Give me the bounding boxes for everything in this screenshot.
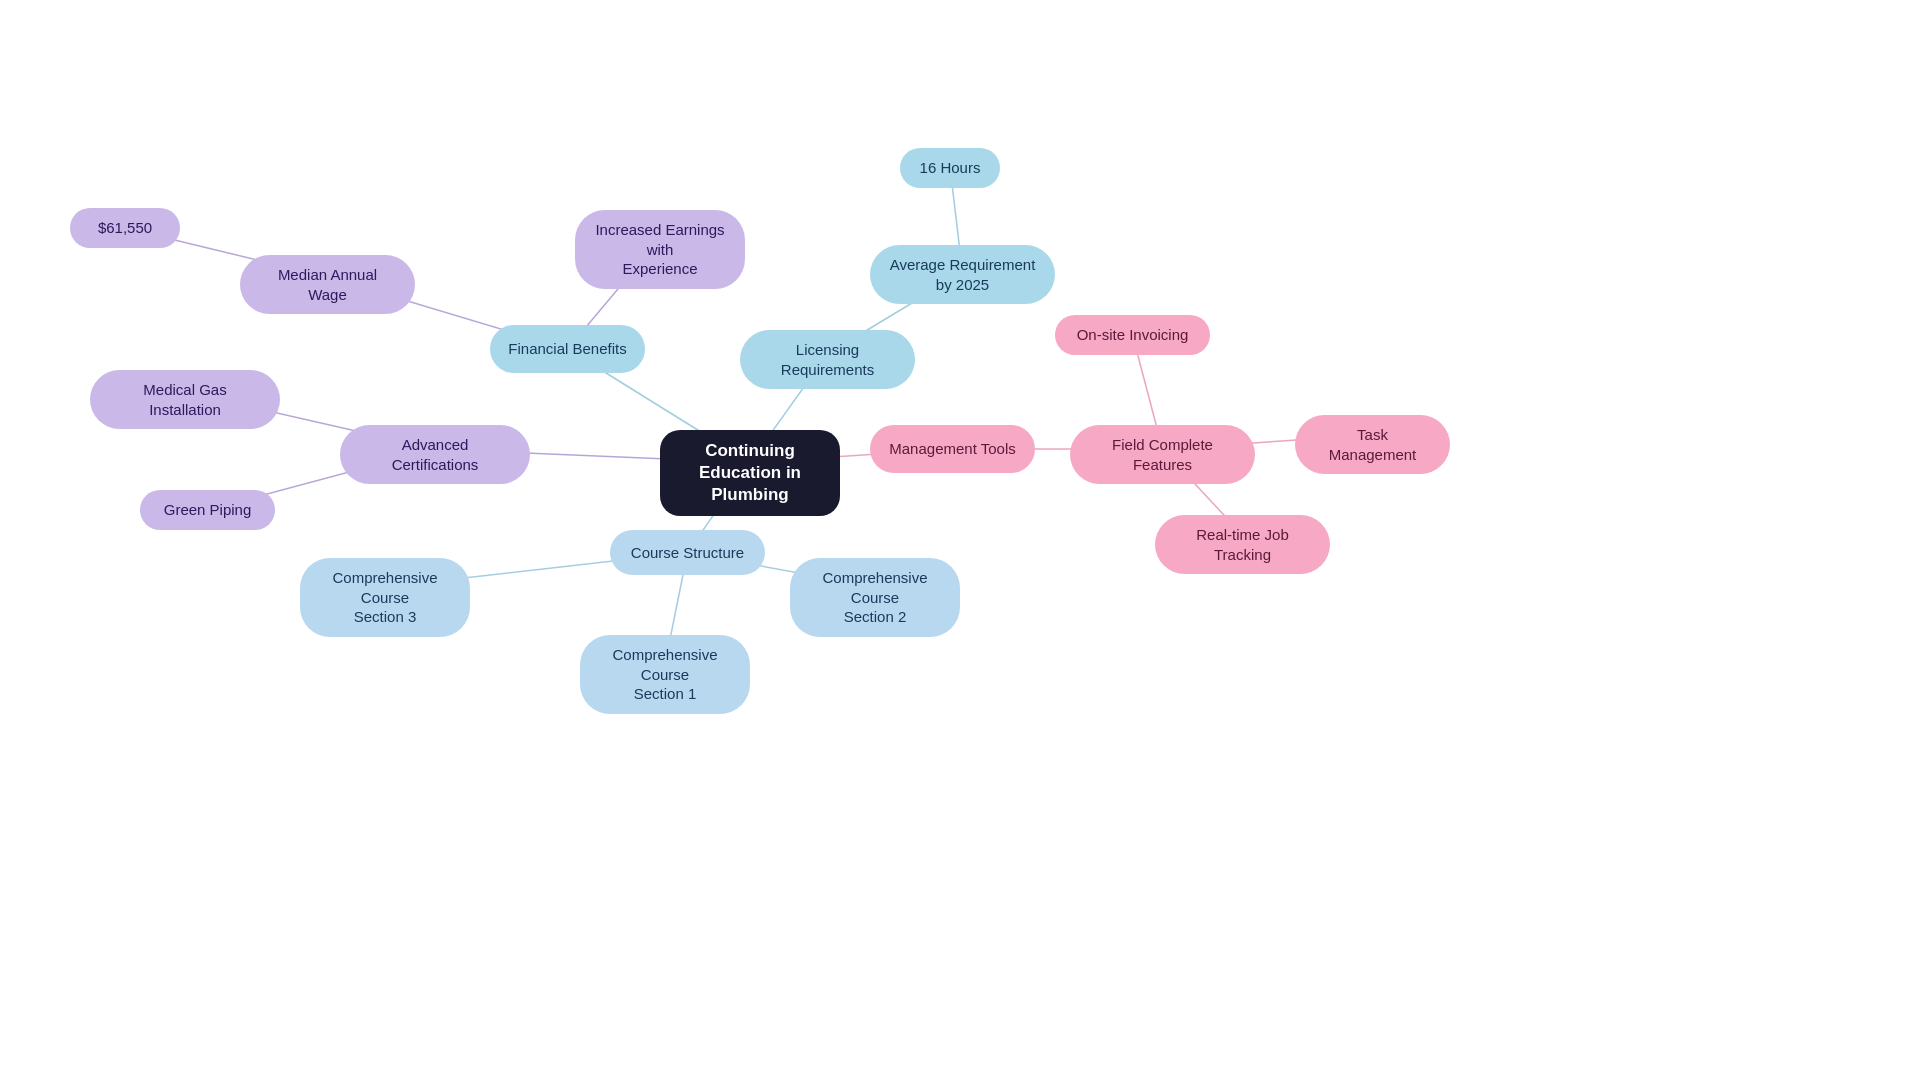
node-label-onsite-invoicing: On-site Invoicing — [1077, 325, 1189, 345]
node-course-section-1: Comprehensive Course Section 1 — [580, 635, 750, 714]
node-label-management-tools: Management Tools — [889, 439, 1015, 459]
node-label-field-complete: Field Complete Features — [1088, 435, 1237, 474]
node-task-management: Task Management — [1295, 415, 1450, 474]
node-label-center: Continuing Education in Plumbing — [678, 440, 822, 506]
node-label-licensing-requirements: Licensing Requirements — [758, 340, 897, 379]
node-median-wage: Median Annual Wage — [240, 255, 415, 314]
node-label-medical-gas: Medical Gas Installation — [108, 380, 262, 419]
node-course-structure: Course Structure — [610, 530, 765, 575]
node-label-green-piping: Green Piping — [164, 500, 252, 520]
node-course-section-3: Comprehensive Course Section 3 — [300, 558, 470, 637]
node-label-course-section-1: Comprehensive Course Section 1 — [598, 645, 732, 704]
node-onsite-invoicing: On-site Invoicing — [1055, 315, 1210, 355]
node-label-salary: $61,550 — [98, 218, 152, 238]
node-label-course-section-3: Comprehensive Course Section 3 — [318, 568, 452, 627]
node-label-task-management: Task Management — [1313, 425, 1432, 464]
node-hours: 16 Hours — [900, 148, 1000, 188]
node-label-advanced-certifications: Advanced Certifications — [358, 435, 512, 474]
node-salary: $61,550 — [70, 208, 180, 248]
node-licensing-requirements: Licensing Requirements — [740, 330, 915, 389]
node-center: Continuing Education in Plumbing — [660, 430, 840, 516]
node-green-piping: Green Piping — [140, 490, 275, 530]
node-label-course-structure: Course Structure — [631, 543, 744, 563]
node-label-hours: 16 Hours — [920, 158, 981, 178]
node-realtime-tracking: Real-time Job Tracking — [1155, 515, 1330, 574]
node-label-increased-earnings: Increased Earnings with Experience — [593, 220, 727, 279]
node-label-avg-requirement: Average Requirement by 2025 — [888, 255, 1037, 294]
mindmap-container: Continuing Education in Plumbing Financia… — [0, 0, 1920, 1083]
node-increased-earnings: Increased Earnings with Experience — [575, 210, 745, 289]
node-financial-benefits: Financial Benefits — [490, 325, 645, 373]
node-label-financial-benefits: Financial Benefits — [508, 339, 626, 359]
node-avg-requirement: Average Requirement by 2025 — [870, 245, 1055, 304]
node-label-realtime-tracking: Real-time Job Tracking — [1173, 525, 1312, 564]
node-label-median-wage: Median Annual Wage — [258, 265, 397, 304]
node-label-course-section-2: Comprehensive Course Section 2 — [808, 568, 942, 627]
node-management-tools: Management Tools — [870, 425, 1035, 473]
node-medical-gas: Medical Gas Installation — [90, 370, 280, 429]
node-course-section-2: Comprehensive Course Section 2 — [790, 558, 960, 637]
node-advanced-certifications: Advanced Certifications — [340, 425, 530, 484]
node-field-complete: Field Complete Features — [1070, 425, 1255, 484]
